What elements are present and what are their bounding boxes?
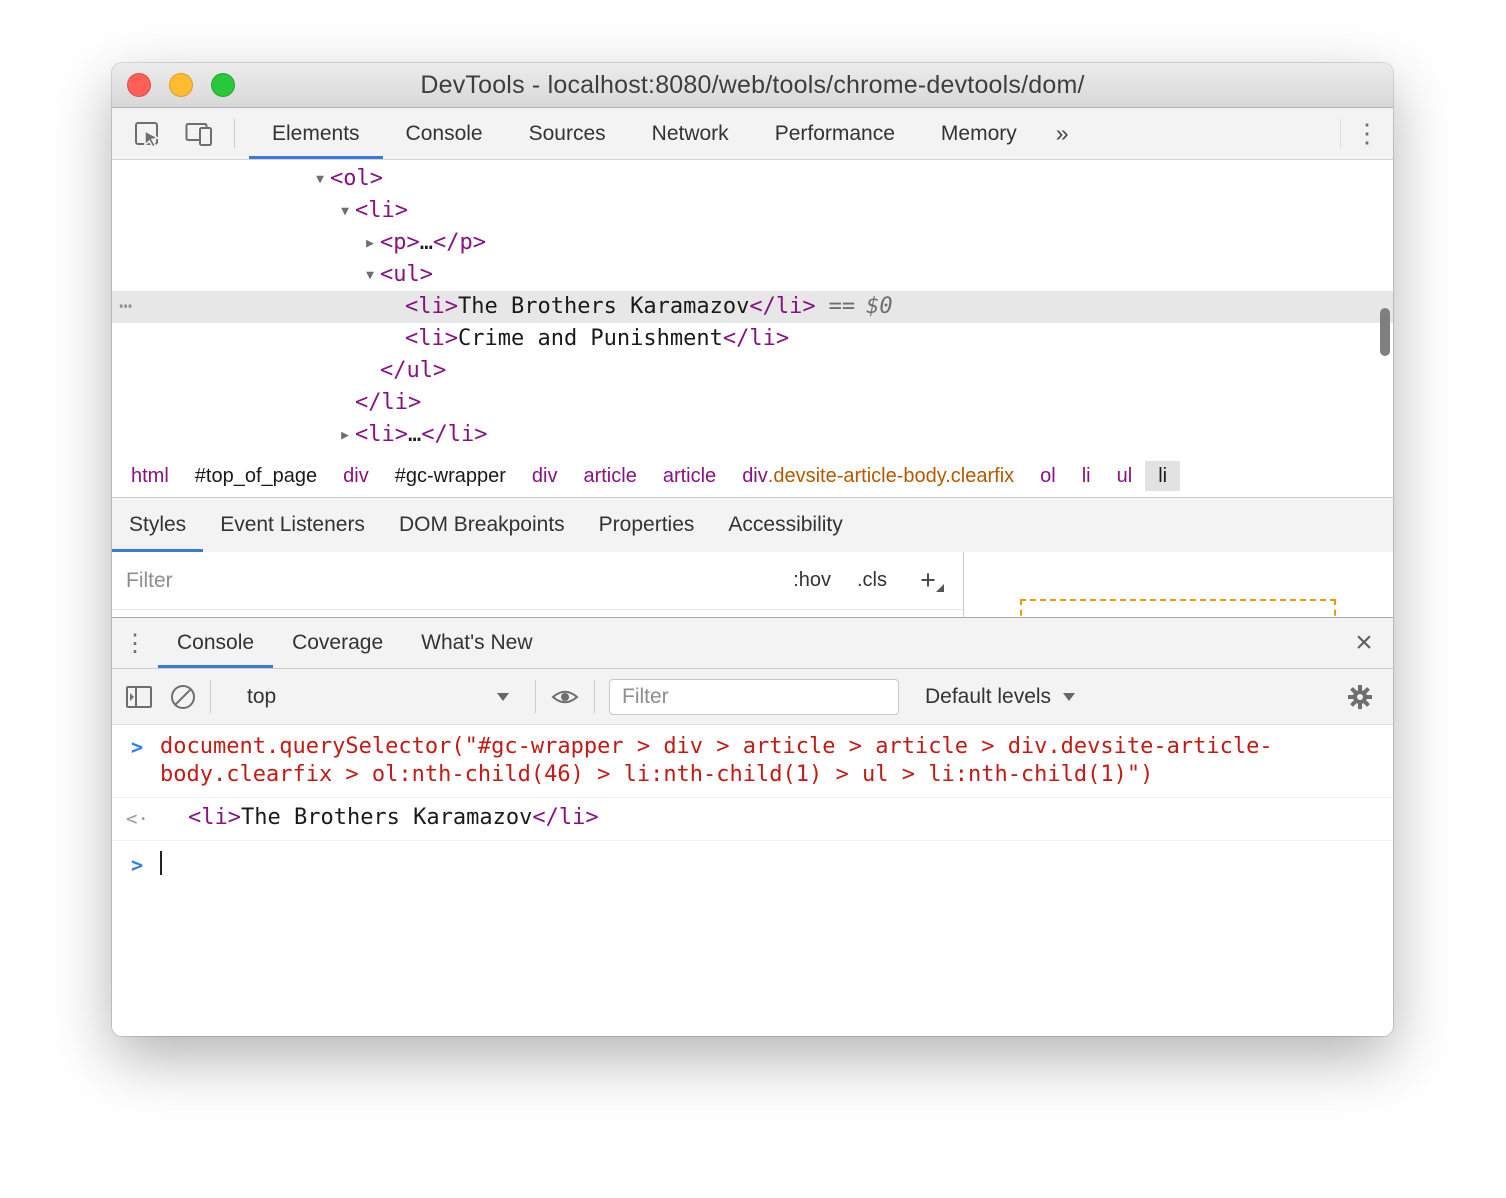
zoom-window-button[interactable] [211,73,235,97]
breadcrumb-item[interactable]: #top_of_page [182,461,330,491]
dom-tree-node[interactable]: <li>Crime and Punishment</li> [112,323,1393,355]
dom-tree-node[interactable]: ▼<ul> [112,259,1393,291]
devtools-window: DevTools - localhost:8080/web/tools/chro… [112,63,1393,1036]
dom-tree-node[interactable]: </ul> [112,355,1393,387]
live-expression-eye-icon[interactable] [548,680,582,714]
breadcrumb: html #top_of_page div #gc-wrapper div ar… [112,455,1393,497]
expand-arrow-icon[interactable]: ▼ [360,260,380,292]
command-prompt-icon: > [131,735,143,759]
console-filter-input[interactable] [609,679,899,715]
console-toolbar: top Default levels [112,669,1393,725]
dom-tree-node[interactable]: ▶<li>…</li> [112,419,1393,451]
element-size-preview [1020,599,1336,617]
result-return-icon: <· [126,805,149,833]
dom-tree-node-selected[interactable]: ⋯<li>The Brothers Karamazov</li>==$0 [112,291,1393,323]
console-result-message[interactable]: <· <li>The Brothers Karamazov</li> [112,798,1393,841]
dom-tree-node[interactable]: </li> [112,387,1393,419]
console-command-message: > document.querySelector("#gc-wrapper > … [112,725,1393,798]
console-sidebar-icon[interactable] [122,680,156,714]
device-toolbar-icon[interactable] [182,117,216,151]
inspect-element-icon[interactable] [130,117,164,151]
breadcrumb-item[interactable]: article [570,461,649,491]
execution-context-select[interactable]: top [223,669,523,724]
toolbar-separator [234,119,235,148]
toggle-hover-state-button[interactable]: :hov [793,569,831,592]
chevron-down-icon [497,693,509,701]
new-rule-menu-icon [936,584,944,592]
window-title: DevTools - localhost:8080/web/tools/chro… [420,71,1084,100]
sidebar-tabs: Styles Event Listeners DOM Breakpoints P… [112,497,1393,552]
new-style-rule-button[interactable]: + [913,565,943,596]
toolbar-separator [594,680,595,713]
expand-arrow-icon[interactable]: ▶ [360,228,380,260]
dom-tree-node[interactable]: ▶<p>…</p> [112,227,1393,259]
breadcrumb-item[interactable]: li [1069,461,1104,491]
expand-arrow-icon[interactable]: ▼ [335,196,355,228]
breadcrumb-item[interactable]: ol [1027,461,1069,491]
tab-properties[interactable]: Properties [582,498,712,552]
tab-elements[interactable]: Elements [249,108,383,159]
breadcrumb-item[interactable]: html [118,461,182,491]
metrics-pane [964,552,1393,617]
expand-arrow-icon[interactable]: ▼ [310,164,330,196]
main-menu-icon[interactable]: ⋮ [1341,108,1393,159]
breadcrumb-item[interactable]: div.devsite-article-body.clearfix [729,461,1027,491]
tab-network[interactable]: Network [629,108,752,159]
dom-tree-node[interactable]: ▼<li> [112,195,1393,227]
traffic-lights [127,73,235,97]
panel-tabs: Elements Console Sources Network Perform… [249,108,1085,159]
dom-tree-panel: ▼<ol> ▼<li> ▶<p>…</p> ▼<ul> ⋯<li>The Bro… [112,160,1393,455]
console-settings-gear-icon[interactable] [1343,680,1377,714]
drawer-tabs: ⋮ Console Coverage What's New × [112,618,1393,669]
minimize-window-button[interactable] [169,73,193,97]
tab-sources[interactable]: Sources [506,108,629,159]
console-command-text: document.querySelector("#gc-wrapper > di… [160,733,1278,789]
breadcrumb-item[interactable]: ul [1104,461,1146,491]
tab-accessibility[interactable]: Accessibility [711,498,859,552]
console-messages: > document.querySelector("#gc-wrapper > … [112,725,1393,877]
styles-filter-input[interactable] [112,569,532,593]
console-drawer: ⋮ Console Coverage What's New × [112,617,1393,1036]
tab-event-listeners[interactable]: Event Listeners [203,498,382,552]
text-caret [160,851,162,875]
dom-tree-node[interactable]: ▼<ol> [112,163,1393,195]
drawer-tab-coverage[interactable]: Coverage [273,618,402,668]
console-prompt[interactable]: > [112,841,1393,877]
tab-styles[interactable]: Styles [112,498,203,552]
expand-arrow-icon[interactable]: ▶ [335,420,355,452]
tab-memory[interactable]: Memory [918,108,1040,159]
titlebar: DevTools - localhost:8080/web/tools/chro… [112,63,1393,108]
toggle-element-classes-button[interactable]: .cls [857,569,887,592]
tab-dom-breakpoints[interactable]: DOM Breakpoints [382,498,582,552]
tab-performance[interactable]: Performance [752,108,918,159]
main-toolbar: Elements Console Sources Network Perform… [112,108,1393,160]
styles-panel: :hov .cls + [112,552,1393,617]
prompt-chevron-icon: > [131,853,143,877]
toolbar-separator [210,680,211,713]
breadcrumb-item[interactable]: div [519,461,571,491]
close-window-button[interactable] [127,73,151,97]
equals-badge: == [829,294,856,319]
drawer-tab-console[interactable]: Console [158,618,273,668]
console-variable-badge: $0 [866,294,893,319]
chevron-down-icon [1063,693,1075,701]
more-actions-icon[interactable]: ⋯ [119,291,132,323]
drawer-tab-whats-new[interactable]: What's New [402,618,551,668]
more-tabs-icon[interactable]: » [1040,108,1085,159]
toolbar-separator [535,680,536,713]
drawer-menu-icon[interactable]: ⋮ [112,618,158,668]
breadcrumb-item[interactable]: #gc-wrapper [382,461,519,491]
breadcrumb-item[interactable]: div [330,461,382,491]
tab-console[interactable]: Console [383,108,506,159]
log-levels-select[interactable]: Default levels [917,669,1083,724]
close-drawer-icon[interactable]: × [1335,618,1393,668]
breadcrumb-item[interactable]: article [650,461,729,491]
clear-console-icon[interactable] [166,680,200,714]
breadcrumb-item-selected[interactable]: li [1145,461,1180,491]
vertical-scrollbar[interactable] [1380,308,1390,356]
